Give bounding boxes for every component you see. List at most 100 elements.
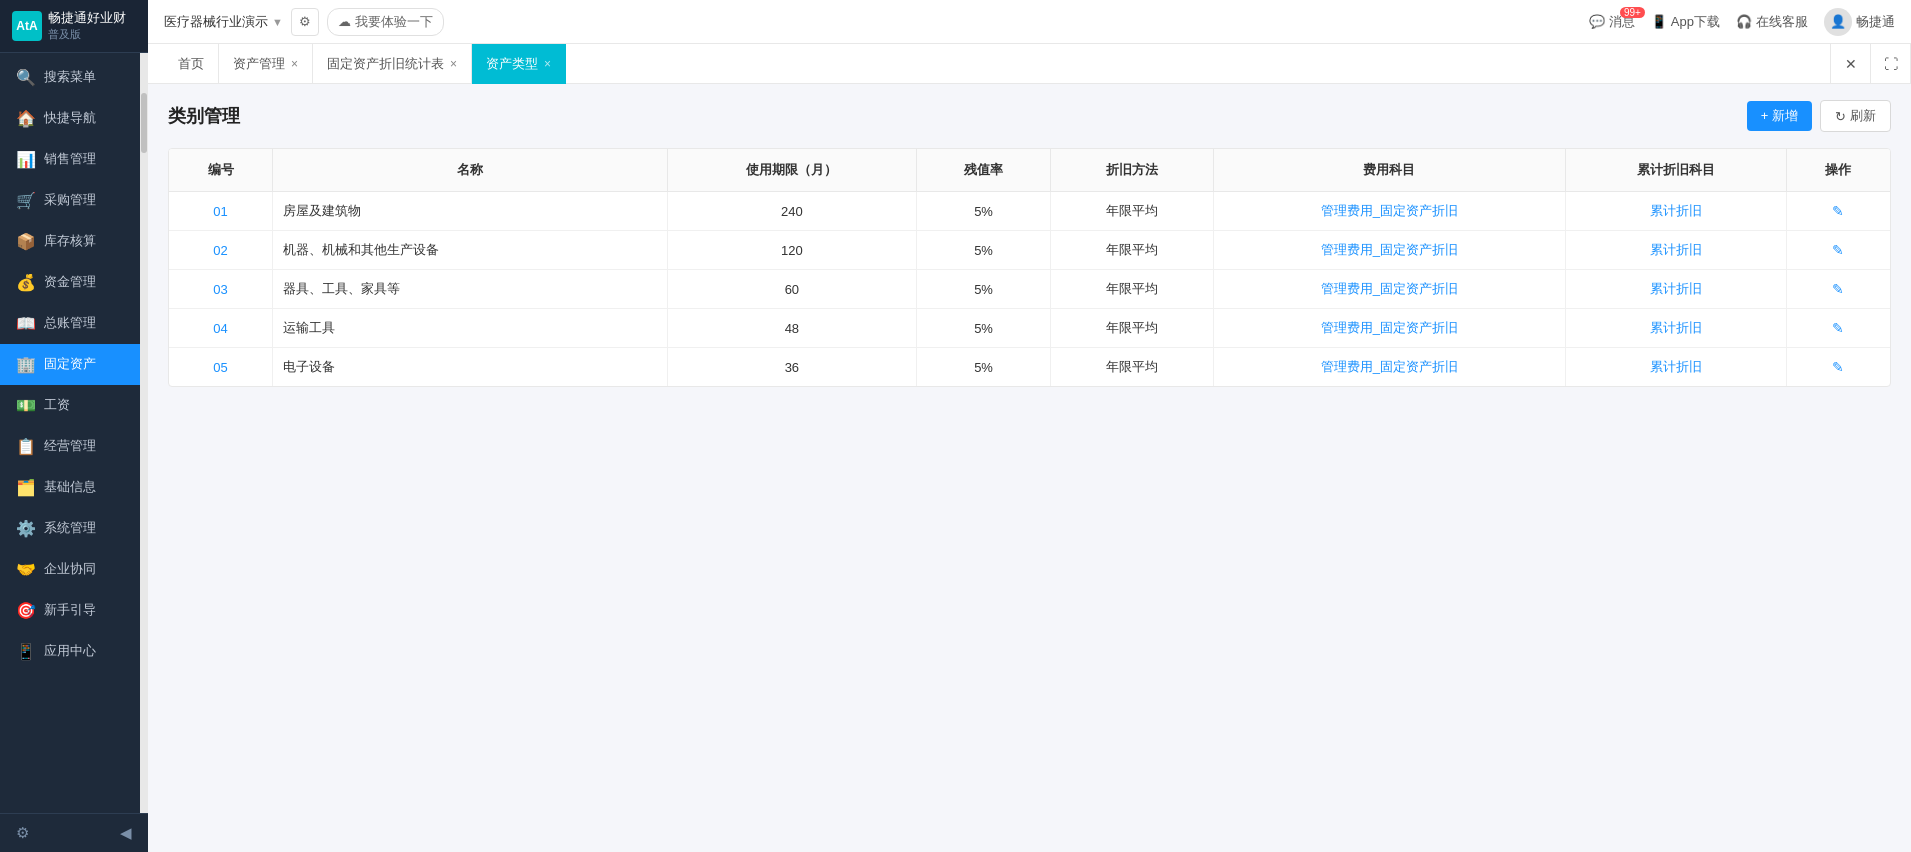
cell-residual: 5%	[917, 270, 1051, 309]
sidebar-item-label: 企业协同	[44, 560, 96, 578]
expand-tab-button[interactable]: ⛶	[1871, 44, 1911, 84]
col-header-code: 编号	[169, 149, 273, 192]
sidebar-item-label: 销售管理	[44, 150, 96, 168]
customer-service-button[interactable]: 🎧 在线客服	[1736, 13, 1808, 31]
cell-operation[interactable]: ✎	[1786, 348, 1890, 387]
cell-operation[interactable]: ✎	[1786, 309, 1890, 348]
sidebar-item-enterprise[interactable]: 🤝 企业协同	[0, 549, 140, 590]
cell-name: 运输工具	[273, 309, 667, 348]
data-table: 编号 名称 使用期限（月） 残值率 折旧方法 费用科目 累计折旧科目 操作 01…	[168, 148, 1891, 387]
tab-home[interactable]: 首页	[164, 44, 219, 84]
sidebar-item-basic-info[interactable]: 🗂️ 基础信息	[0, 467, 140, 508]
refresh-label: 刷新	[1850, 107, 1876, 125]
cell-method: 年限平均	[1050, 270, 1213, 309]
salary-icon: 💵	[16, 396, 34, 415]
header-left: 医疗器械行业演示 ▼ ⚙ ☁ 我要体验一下	[164, 8, 444, 36]
fixed-assets-icon: 🏢	[16, 355, 34, 374]
tab-asset-mgmt[interactable]: 资产管理 ×	[219, 44, 313, 84]
message-button[interactable]: 💬 消息 99+	[1589, 13, 1635, 31]
tab-asset-type-label: 资产类型	[486, 55, 538, 73]
avatar: 👤	[1824, 8, 1852, 36]
sidebar-item-search[interactable]: 🔍 搜索菜单	[0, 57, 140, 98]
close-tab-button[interactable]: ✕	[1831, 44, 1871, 84]
header-settings-button[interactable]: ⚙	[291, 8, 319, 36]
tab-depreciation-report-close[interactable]: ×	[450, 57, 457, 71]
experience-button[interactable]: ☁ 我要体验一下	[327, 8, 444, 36]
sidebar-item-fixed-assets[interactable]: 🏢 固定资产	[0, 344, 140, 385]
cell-expense: 管理费用_固定资产折旧	[1213, 309, 1566, 348]
table-row: 05 电子设备 36 5% 年限平均 管理费用_固定资产折旧 累计折旧 ✎	[169, 348, 1890, 387]
app-download-button[interactable]: 📱 App下载	[1651, 13, 1720, 31]
edit-icon[interactable]: ✎	[1832, 281, 1844, 297]
cell-expense: 管理费用_固定资产折旧	[1213, 348, 1566, 387]
cell-operation[interactable]: ✎	[1786, 231, 1890, 270]
cell-method: 年限平均	[1050, 231, 1213, 270]
cell-operation[interactable]: ✎	[1786, 192, 1890, 231]
sidebar-item-operations[interactable]: 📋 经营管理	[0, 426, 140, 467]
sidebar-item-app-center[interactable]: 📱 应用中心	[0, 631, 140, 672]
sidebar-item-label: 基础信息	[44, 478, 96, 496]
sidebar-item-label: 新手引导	[44, 601, 96, 619]
sidebar-item-label: 总账管理	[44, 314, 96, 332]
sidebar-item-guide[interactable]: 🎯 新手引导	[0, 590, 140, 631]
col-header-accumulated: 累计折旧科目	[1566, 149, 1787, 192]
logo-area: AtA 畅捷通好业财 普及版	[0, 0, 148, 53]
gear-icon: ⚙	[299, 14, 311, 29]
cell-code: 04	[169, 309, 273, 348]
col-header-operation: 操作	[1786, 149, 1890, 192]
settings-footer-icon[interactable]: ⚙	[16, 824, 29, 842]
tab-asset-type-close[interactable]: ×	[544, 57, 551, 71]
home-icon: 🏠	[16, 109, 34, 128]
sidebar-item-salary[interactable]: 💵 工资	[0, 385, 140, 426]
refresh-icon: ↻	[1835, 109, 1846, 124]
sidebar-item-purchase[interactable]: 🛒 采购管理	[0, 180, 140, 221]
sidebar-item-sales[interactable]: 📊 销售管理	[0, 139, 140, 180]
company-selector[interactable]: 医疗器械行业演示 ▼	[164, 13, 283, 31]
user-profile[interactable]: 👤 畅捷通	[1824, 8, 1895, 36]
search-icon: 🔍	[16, 68, 34, 87]
edit-icon[interactable]: ✎	[1832, 359, 1844, 375]
sidebar-item-capital[interactable]: 💰 资金管理	[0, 262, 140, 303]
cell-operation[interactable]: ✎	[1786, 270, 1890, 309]
header-right: 💬 消息 99+ 📱 App下载 🎧 在线客服 👤 畅捷通	[1589, 8, 1895, 36]
page-title: 类别管理	[168, 104, 240, 128]
tab-asset-mgmt-close[interactable]: ×	[291, 57, 298, 71]
sidebar-item-label: 固定资产	[44, 355, 96, 373]
sidebar-item-ledger[interactable]: 📖 总账管理	[0, 303, 140, 344]
app-center-icon: 📱	[16, 642, 34, 661]
cell-period: 48	[667, 309, 917, 348]
table-row: 01 房屋及建筑物 240 5% 年限平均 管理费用_固定资产折旧 累计折旧 ✎	[169, 192, 1890, 231]
new-button[interactable]: + 新增	[1747, 101, 1812, 131]
sidebar-footer: ⚙ ◀	[0, 813, 148, 852]
enterprise-icon: 🤝	[16, 560, 34, 579]
sidebar-item-system[interactable]: ⚙️ 系统管理	[0, 508, 140, 549]
edit-icon[interactable]: ✎	[1832, 242, 1844, 258]
scrollbar-thumb[interactable]	[141, 93, 147, 153]
cell-expense: 管理费用_固定资产折旧	[1213, 270, 1566, 309]
collapse-sidebar-icon[interactable]: ◀	[120, 824, 132, 842]
col-header-name: 名称	[273, 149, 667, 192]
table-row: 04 运输工具 48 5% 年限平均 管理费用_固定资产折旧 累计折旧 ✎	[169, 309, 1890, 348]
tab-asset-type[interactable]: 资产类型 ×	[472, 44, 566, 84]
cell-accumulated: 累计折旧	[1566, 348, 1787, 387]
sidebar-item-label: 快捷导航	[44, 109, 96, 127]
col-header-expense: 费用科目	[1213, 149, 1566, 192]
cell-period: 240	[667, 192, 917, 231]
system-icon: ⚙️	[16, 519, 34, 538]
edit-icon[interactable]: ✎	[1832, 203, 1844, 219]
guide-icon: 🎯	[16, 601, 34, 620]
refresh-button[interactable]: ↻ 刷新	[1820, 100, 1891, 132]
app-download-label: App下载	[1671, 13, 1720, 31]
cell-accumulated: 累计折旧	[1566, 270, 1787, 309]
cell-accumulated: 累计折旧	[1566, 192, 1787, 231]
sidebar-item-label: 工资	[44, 396, 70, 414]
scrollbar-track[interactable]	[140, 53, 148, 813]
cell-code: 03	[169, 270, 273, 309]
edit-icon[interactable]: ✎	[1832, 320, 1844, 336]
sidebar-item-inventory[interactable]: 📦 库存核算	[0, 221, 140, 262]
col-header-method: 折旧方法	[1050, 149, 1213, 192]
sidebar-item-quick-nav[interactable]: 🏠 快捷导航	[0, 98, 140, 139]
tab-depreciation-report[interactable]: 固定资产折旧统计表 ×	[313, 44, 472, 84]
ledger-icon: 📖	[16, 314, 34, 333]
table-row: 02 机器、机械和其他生产设备 120 5% 年限平均 管理费用_固定资产折旧 …	[169, 231, 1890, 270]
